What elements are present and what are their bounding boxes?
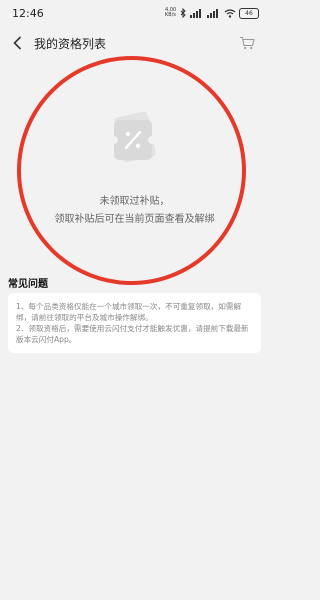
wifi-icon <box>224 8 236 18</box>
bluetooth-icon <box>180 8 187 18</box>
cart-icon <box>240 36 255 50</box>
status-icons: 4.00 KB/s 46 <box>165 7 259 19</box>
header: 我的资格列表 <box>0 26 269 60</box>
cart-button[interactable] <box>237 33 257 53</box>
empty-coupon-icon <box>110 112 156 163</box>
empty-message: 未领取过补贴， <box>99 196 170 207</box>
page-title: 我的资格列表 <box>34 36 107 51</box>
battery-icon: 46 <box>239 7 259 19</box>
empty-hint: 领取补贴后可在当前页面查看及解绑 <box>54 214 215 225</box>
signal-icon <box>190 8 204 18</box>
empty-state: 未领取过补贴， 领取补贴后可在当前页面查看及解绑 <box>0 100 269 240</box>
status-bar: 12:46 4.00 KB/s 46 <box>0 0 269 26</box>
faq-item: 1、每个品类资格仅能在一个城市领取一次，不可重复领取，如需解绑，请前往领取的平台… <box>16 302 242 322</box>
faq-card: 1、每个品类资格仅能在一个城市领取一次，不可重复领取，如需解绑，请前往领取的平台… <box>8 293 261 353</box>
signal-icon-2 <box>207 8 221 18</box>
faq-item: 2、领取资格后，需要使用云闪付支付才能触发优惠，请提前下载最新版本云闪付App。 <box>16 324 249 344</box>
status-time: 12:46 <box>12 6 44 20</box>
network-speed: 4.00 KB/s <box>165 7 177 18</box>
faq-title: 常见问题 <box>8 279 48 290</box>
back-arrow-icon <box>12 36 21 50</box>
back-button[interactable] <box>10 33 24 53</box>
